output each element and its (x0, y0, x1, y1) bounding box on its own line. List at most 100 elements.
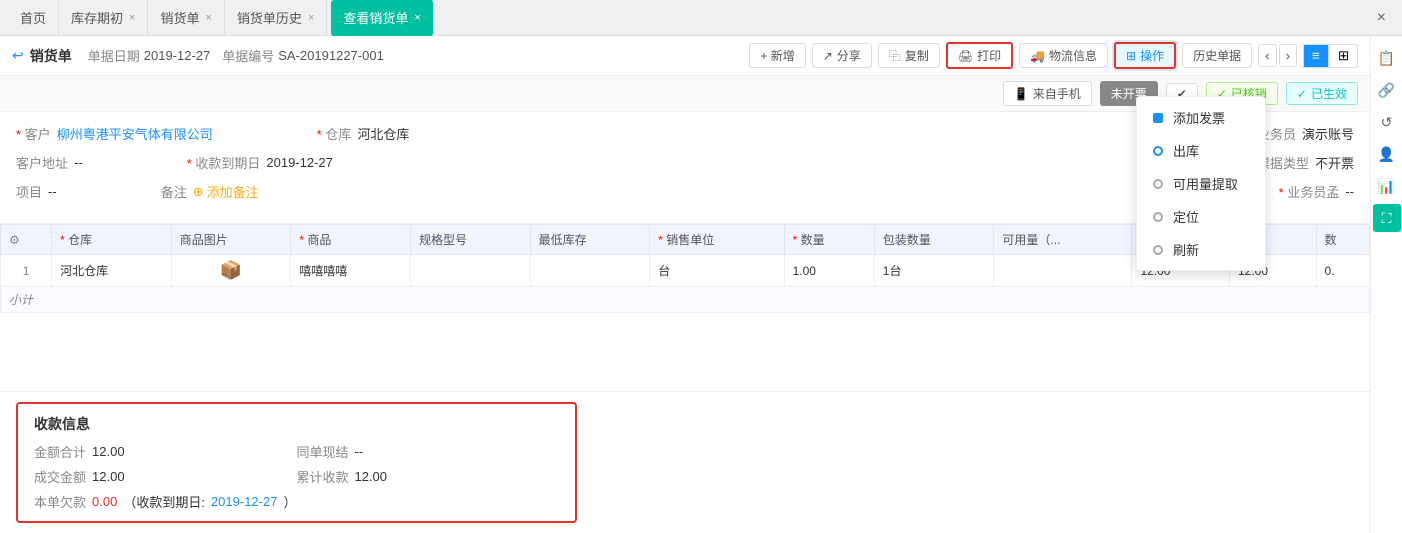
product-image: 📦 (220, 260, 242, 280)
sidebar-icon-refresh[interactable]: ↺ (1373, 108, 1401, 136)
project-label: 项目 (16, 182, 42, 201)
address-value: -- (74, 155, 83, 170)
nav-arrows: ‹ › (1258, 44, 1297, 67)
payment-info-grid: 金额合计 12.00 同单现结 -- 成交金额 12.00 累计收款 12.00 (34, 442, 559, 511)
tab-home[interactable]: 首页 (8, 0, 59, 36)
dropdown-outbound[interactable]: 出库 (1137, 134, 1265, 167)
staff-field: 业务员 演示账号 (1257, 124, 1354, 143)
payment-info-title: 收款信息 (34, 414, 559, 434)
history-label: 历史单据 (1193, 47, 1241, 64)
locate-icon (1151, 210, 1165, 224)
col-spec: 规格型号 (410, 225, 530, 255)
tab-sales-order[interactable]: 销货单 × (148, 0, 224, 36)
tab-view-sales[interactable]: 查看销货单 × (331, 0, 433, 36)
dropdown-refresh[interactable]: 刷新 (1137, 233, 1265, 266)
col-amount: 数 (1316, 225, 1369, 255)
doc-title: 销货单 (30, 46, 72, 66)
sidebar-icon-doc[interactable]: 📋 (1373, 44, 1401, 72)
window-close-button[interactable]: × (1369, 9, 1394, 27)
tab-inventory-close[interactable]: × (129, 12, 135, 24)
copy-label: 复制 (905, 47, 929, 64)
owe-value: 0.00 (92, 494, 117, 509)
project-value: -- (48, 184, 57, 199)
due-date-value: 2019-12-27 (266, 155, 333, 170)
owe-label: 本单欠款 (34, 492, 86, 511)
tab-sales-close[interactable]: × (205, 12, 211, 24)
toolbar-right: + 新增 ↗ 分享 ⿻ 复制 🖨 打印 🚚 物流信息 (749, 42, 1358, 69)
warehouse-label: 仓库 (317, 124, 352, 143)
staff-value: 演示账号 (1302, 124, 1354, 143)
sidebar-icon-expand[interactable]: ⛶ (1373, 204, 1401, 232)
project-field: 项目 -- (16, 182, 57, 201)
add-button[interactable]: + 新增 (749, 43, 805, 68)
settings-icon[interactable]: ⚙ (9, 233, 20, 247)
share-icon: ↗ (823, 49, 833, 63)
logistics-button[interactable]: 🚚 物流信息 (1019, 43, 1108, 68)
add-note-icon: ⊕ (193, 184, 204, 200)
same-order-label: 同单现结 (296, 442, 348, 461)
tab-bar: 首页 库存期初 × 销货单 × 销货单历史 × 查看销货单 × × (0, 0, 1402, 36)
address-label: 客户地址 (16, 153, 68, 172)
sidebar-icon-link[interactable]: 🔗 (1373, 76, 1401, 104)
customer-label: 客户 (16, 124, 51, 143)
tab-view-sales-close[interactable]: × (414, 12, 420, 24)
customer-value[interactable]: 柳州粤港平安气体有限公司 (57, 124, 213, 143)
row-product: 嘻嘻嘻嘻 (291, 255, 411, 287)
summary-label: 小计 (1, 287, 1370, 313)
row-image: 📦 (171, 255, 291, 287)
due-date-label: 收款到期日 (187, 153, 261, 172)
add-note-button[interactable]: ⊕ 添加备注 (193, 182, 259, 201)
refresh-icon (1151, 243, 1165, 257)
grid-view-button[interactable]: ⊞ (1329, 44, 1358, 68)
next-button[interactable]: › (1279, 44, 1297, 67)
prev-button[interactable]: ‹ (1258, 44, 1276, 67)
dropdown-locate[interactable]: 定位 (1137, 200, 1265, 233)
share-button[interactable]: ↗ 分享 (812, 43, 872, 68)
add-note-label: 添加备注 (207, 182, 259, 201)
operations-icon: ⊞ (1126, 49, 1136, 63)
add-invoice-icon (1151, 111, 1165, 125)
summary-row: 小计 (1, 287, 1370, 313)
due-date-end: ） (283, 492, 296, 511)
col-settings[interactable]: ⚙ (1, 225, 52, 255)
same-order-value: -- (354, 444, 363, 459)
tab-sales-history[interactable]: 销货单历史 × (225, 0, 327, 36)
list-view-button[interactable]: ≡ (1303, 44, 1329, 68)
history-button[interactable]: 历史单据 (1182, 43, 1252, 68)
view-toggle: ≡ ⊞ (1303, 44, 1358, 68)
bottom-panel: 收款信息 金额合计 12.00 同单现结 -- 成交金额 12.00 (0, 391, 1370, 533)
col-qty: 数量 (784, 225, 874, 255)
sidebar-icon-user[interactable]: 👤 (1373, 140, 1401, 168)
dropdown-add-invoice[interactable]: 添加发票 (1137, 101, 1265, 134)
address-field: 客户地址 -- (16, 153, 83, 172)
row-amount: 0. (1316, 255, 1369, 287)
row-qty: 1.00 (784, 255, 874, 287)
row-available (994, 255, 1132, 287)
print-button[interactable]: 🖨 打印 (946, 42, 1013, 69)
copy-button[interactable]: ⿻ 复制 (878, 43, 940, 68)
payment-info-box: 收款信息 金额合计 12.00 同单现结 -- 成交金额 12.00 (16, 402, 577, 523)
tab-sales-label: 销货单 (160, 8, 199, 27)
row-number: 1 (1, 255, 52, 287)
from-phone-button[interactable]: 📱 来自手机 (1003, 81, 1092, 106)
operations-button[interactable]: ⊞ 操作 (1114, 42, 1176, 69)
date-label: 单据日期 (88, 46, 140, 65)
tab-sales-history-close[interactable]: × (308, 12, 314, 24)
col-pack-qty: 包装数量 (874, 225, 994, 255)
row-warehouse: 河北仓库 (52, 255, 172, 287)
status-badge-2: ✓ 已生效 (1286, 82, 1358, 105)
doc-meta: 单据日期 2019-12-27 单据编号 SA-20191227-001 (88, 46, 384, 65)
share-label: 分享 (837, 47, 861, 64)
col-available: 可用量（... (994, 225, 1132, 255)
sidebar-icon-chart[interactable]: 📊 (1373, 172, 1401, 200)
tab-inventory-init[interactable]: 库存期初 × (59, 0, 148, 36)
right-sidebar: 📋 🔗 ↺ 👤 📊 ⛶ (1370, 36, 1402, 533)
refresh-label: 刷新 (1173, 240, 1199, 259)
warehouse-value: 河北仓库 (357, 124, 409, 143)
note-label: 备注 (161, 182, 187, 201)
available-extract-icon (1151, 177, 1165, 191)
row-min-stock (530, 255, 650, 287)
phone-icon: 📱 (1014, 87, 1029, 101)
staff2-label: 业务员孟 (1279, 182, 1340, 201)
dropdown-available-extract[interactable]: 可用量提取 (1137, 167, 1265, 200)
